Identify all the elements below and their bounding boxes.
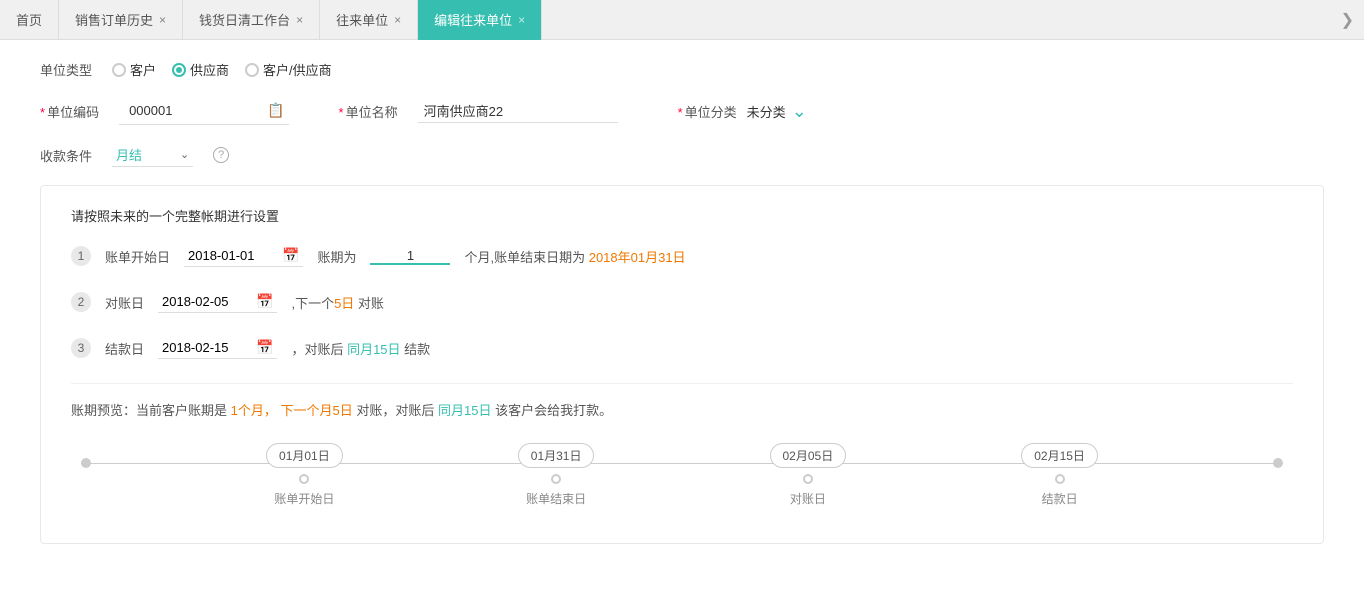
- unit-name-label: *单位名称: [339, 102, 398, 121]
- unit-type-radio-group: 客户 供应商 客户/供应商: [112, 60, 332, 79]
- period-desc-1: 账期为: [317, 247, 356, 266]
- timeline-dot-4: [1055, 474, 1065, 484]
- radio-both[interactable]: 客户/供应商: [245, 60, 332, 79]
- period-title: 请按照未来的一个完整帐期进行设置: [71, 206, 1293, 225]
- timeline-node-2: 01月31日 账单结束日: [518, 443, 595, 507]
- unit-fields-row: *单位编码 📋 *单位名称 *单位分类 未分类 ⌄: [40, 97, 1324, 125]
- payment-terms-row: 收款条件 月结 ⌄ ?: [40, 143, 1324, 167]
- timeline-label-2: 账单结束日: [526, 490, 586, 507]
- period-desc-2: ,下一个5日 对账: [291, 293, 383, 312]
- tab-partners[interactable]: 往来单位 ×: [320, 0, 418, 40]
- unit-classify-label: *单位分类: [678, 102, 737, 121]
- unit-code-input[interactable]: [123, 99, 263, 122]
- timeline-items: 01月01日 账单开始日 01月31日 账单结束日 02月05日: [81, 443, 1283, 507]
- unit-type-row: 单位类型 客户 供应商 客户/供应商: [40, 60, 1324, 79]
- unit-name-input[interactable]: [418, 99, 618, 123]
- payment-terms-arrow: ⌄: [180, 148, 189, 161]
- timeline-node-4: 02月15日 结款日: [1021, 443, 1098, 507]
- period-field-label-1: 账单开始日: [105, 247, 170, 266]
- unit-classify-dropdown[interactable]: 未分类 ⌄: [747, 101, 807, 122]
- unit-classify-wrap: *单位分类 未分类 ⌄: [678, 101, 807, 122]
- period-desc-3: ，对账后 同月15日 结款: [291, 339, 430, 358]
- tab-more-arrow[interactable]: ❯: [1331, 10, 1364, 30]
- payment-terms-help-icon[interactable]: ?: [213, 147, 229, 163]
- radio-dot-supplier: [176, 67, 182, 73]
- date-input-3[interactable]: [162, 340, 252, 355]
- reconcile-day-highlight: 5日: [334, 296, 354, 311]
- timeline-badge-3: 02月05日: [770, 443, 847, 468]
- tab-sales-history[interactable]: 销售订单历史 ×: [59, 0, 183, 40]
- unit-code-field-wrap: 📋: [119, 97, 288, 125]
- calendar-icon-2[interactable]: 📅: [256, 293, 273, 310]
- unit-code-label: *单位编码: [40, 102, 99, 121]
- timeline-badge-4: 02月15日: [1021, 443, 1098, 468]
- timeline-end-dot: [1273, 443, 1283, 468]
- timeline-label-1: 账单开始日: [274, 490, 334, 507]
- calendar-icon-3[interactable]: 📅: [256, 339, 273, 356]
- calendar-icon-1[interactable]: 📅: [282, 247, 299, 264]
- timeline-container: 01月01日 账单开始日 01月31日 账单结束日 02月05日: [71, 443, 1293, 507]
- payment-day-highlight: 同月15日: [347, 342, 400, 357]
- payment-terms-dropdown[interactable]: 月结 ⌄: [112, 143, 193, 167]
- timeline-badge-1: 01月01日: [266, 443, 343, 468]
- period-field-label-3: 结款日: [105, 339, 144, 358]
- tab-bar: 首页 销售订单历史 × 钱货日清工作台 × 往来单位 × 编辑往来单位 × ❯: [0, 0, 1364, 40]
- preview-reconcile: 下一个月5日: [281, 403, 353, 418]
- close-tab-partners[interactable]: ×: [394, 13, 401, 27]
- tab-edit-partner[interactable]: 编辑往来单位 ×: [418, 0, 542, 40]
- payment-terms-value: 月结: [116, 145, 176, 164]
- period-desc-1b: 个月,账单结束日期为 2018年01月31日: [464, 247, 685, 266]
- date-input-wrap-1: 📅: [184, 245, 303, 267]
- tab-home[interactable]: 首页: [0, 0, 59, 40]
- timeline-label-4: 结款日: [1042, 490, 1078, 507]
- period-num-3: 3: [71, 338, 91, 358]
- preview-text: 账期预览：当前客户账期是 1个月， 下一个月5日 对账，对账后 同月15日 该客…: [71, 400, 1293, 419]
- period-end-date-highlight: 2018年01月31日: [589, 250, 686, 265]
- preview-months: 1个月，: [231, 403, 277, 418]
- timeline-dot-2: [551, 474, 561, 484]
- date-input-wrap-3: 📅: [158, 337, 277, 359]
- period-field-label-2: 对账日: [105, 293, 144, 312]
- payment-terms-label: 收款条件: [40, 146, 92, 165]
- date-input-wrap-2: 📅: [158, 291, 277, 313]
- timeline-badge-2: 01月31日: [518, 443, 595, 468]
- radio-circle-both: [245, 63, 259, 77]
- radio-circle-customer: [112, 63, 126, 77]
- classify-dropdown-arrow: ⌄: [792, 101, 807, 122]
- close-tab-cash-work[interactable]: ×: [296, 13, 303, 27]
- month-input-1[interactable]: [370, 248, 450, 265]
- radio-customer[interactable]: 客户: [112, 60, 156, 79]
- period-card: 请按照未来的一个完整帐期进行设置 1 账单开始日 📅 账期为 个月,账单结束日期…: [40, 185, 1324, 544]
- preview-payment: 同月15日: [438, 403, 491, 418]
- date-input-1[interactable]: [188, 248, 278, 263]
- timeline-node-3: 02月05日 对账日: [770, 443, 847, 507]
- unit-type-label: 单位类型: [40, 60, 92, 79]
- period-row-1: 1 账单开始日 📅 账期为 个月,账单结束日期为 2018年01月31日: [71, 245, 1293, 267]
- radio-supplier[interactable]: 供应商: [172, 60, 229, 79]
- close-tab-sales-history[interactable]: ×: [159, 13, 166, 27]
- close-tab-edit-partner[interactable]: ×: [518, 13, 525, 27]
- period-num-2: 2: [71, 292, 91, 312]
- tab-cash-work[interactable]: 钱货日清工作台 ×: [183, 0, 320, 40]
- timeline-start-dot: [81, 443, 91, 468]
- date-input-2[interactable]: [162, 294, 252, 309]
- radio-circle-supplier: [172, 63, 186, 77]
- period-row-3: 3 结款日 📅 ，对账后 同月15日 结款: [71, 337, 1293, 359]
- main-content: 单位类型 客户 供应商 客户/供应商 *单位编码 📋: [0, 40, 1364, 608]
- timeline-node-1: 01月01日 账单开始日: [266, 443, 343, 507]
- timeline-label-3: 对账日: [790, 490, 826, 507]
- period-num-1: 1: [71, 246, 91, 266]
- timeline-dot-3: [803, 474, 813, 484]
- unit-code-copy-icon[interactable]: 📋: [267, 102, 284, 119]
- period-row-2: 2 对账日 📅 ,下一个5日 对账: [71, 291, 1293, 313]
- timeline-dot-1: [299, 474, 309, 484]
- preview-section: 账期预览：当前客户账期是 1个月， 下一个月5日 对账，对账后 同月15日 该客…: [71, 383, 1293, 523]
